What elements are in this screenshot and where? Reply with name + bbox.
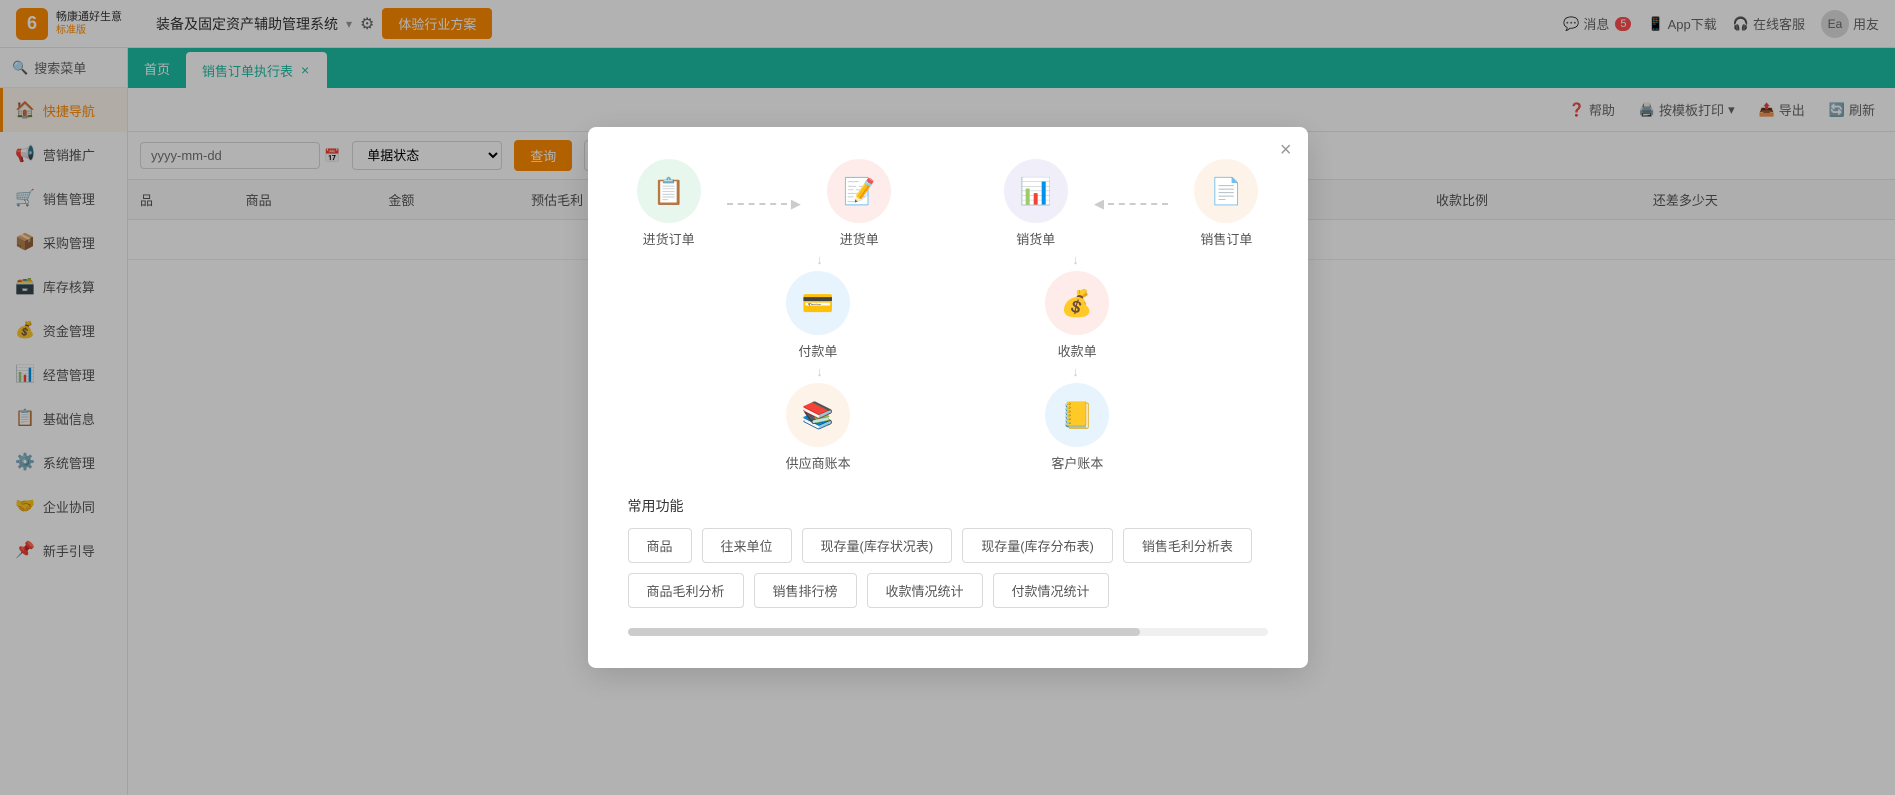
app-wrapper: 6 畅康通好生意 标准版 装备及固定资产辅助管理系统 ▾ ⚙ 体验行业方案 💬 … bbox=[0, 0, 1895, 795]
btn-product[interactable]: 商品 bbox=[628, 528, 692, 563]
scroll-thumb bbox=[628, 628, 1140, 636]
btn-payment-stats[interactable]: 付款情况统计 bbox=[993, 573, 1109, 608]
spacer-pc bbox=[1172, 252, 1236, 267]
flow-row-1: 📋 进货订单 ▶ 📝 进货单 bbox=[628, 159, 1268, 248]
sales-order-label: 销售订单 bbox=[1200, 229, 1252, 248]
modal-overlay[interactable]: × 📋 进货订单 ▶ bbox=[0, 0, 1895, 795]
purchase-order-circle: 📋 bbox=[637, 159, 701, 223]
purchase-bill-label: 进货单 bbox=[840, 229, 879, 248]
flow-arrows-down-row: ↓ ↓ bbox=[628, 248, 1268, 271]
btn-inventory-status[interactable]: 现存量(库存状况表) bbox=[802, 528, 953, 563]
spacer-3b bbox=[916, 364, 980, 379]
spacer-3a bbox=[660, 364, 724, 379]
supplier-ledger-label: 供应商账本 bbox=[786, 453, 851, 472]
receipt-bill-label: 收款单 bbox=[1058, 341, 1097, 360]
arrow-down-receipt: ↓ bbox=[1044, 252, 1108, 267]
flow-node-sales-order: 📄 销售订单 bbox=[1194, 159, 1258, 248]
flow-node-sales-bill: 📊 销货单 bbox=[1004, 159, 1068, 248]
arrow-down-payment: ↓ bbox=[788, 252, 852, 267]
purchase-order-label: 进货订单 bbox=[643, 229, 695, 248]
arrow-down-customer: ↓ bbox=[1044, 364, 1108, 379]
modal-body: 📋 进货订单 ▶ 📝 进货单 bbox=[588, 127, 1308, 668]
btn-sales-margin[interactable]: 销售毛利分析表 bbox=[1123, 528, 1252, 563]
purchase-bill-circle: 📝 bbox=[827, 159, 891, 223]
spacer-pa bbox=[660, 252, 724, 267]
modal: × 📋 进货订单 ▶ bbox=[588, 127, 1308, 668]
flow-node-supplier-ledger: 📚 供应商账本 bbox=[786, 383, 851, 472]
flow-arrows-down-row2: ↓ ↓ bbox=[628, 360, 1268, 383]
customer-ledger-circle: 📒 bbox=[1045, 383, 1109, 447]
sales-order-circle: 📄 bbox=[1194, 159, 1258, 223]
flow-node-payment-bill: 💳 付款单 bbox=[786, 271, 850, 360]
flow-arrow-2: ◀ bbox=[1094, 196, 1168, 212]
arrow-down-supplier: ↓ bbox=[788, 364, 852, 379]
flow-node-purchase-order: 📋 进货订单 bbox=[637, 159, 701, 248]
btn-inventory-dist[interactable]: 现存量(库存分布表) bbox=[962, 528, 1113, 563]
sales-bill-label: 销货单 bbox=[1016, 229, 1055, 248]
customer-ledger-label: 客户账本 bbox=[1051, 453, 1103, 472]
btn-product-margin[interactable]: 商品毛利分析 bbox=[628, 573, 744, 608]
spacer-3c bbox=[1172, 364, 1236, 379]
flow-node-customer-ledger: 📒 客户账本 bbox=[1045, 383, 1109, 472]
flow-diagram: 📋 进货订单 ▶ 📝 进货单 bbox=[628, 159, 1268, 472]
payment-bill-label: 付款单 bbox=[798, 341, 837, 360]
flow-node-purchase-bill: 📝 进货单 bbox=[827, 159, 891, 248]
common-functions-section: 常用功能 商品 往来单位 现存量(库存状况表) 现存量(库存分布表) 销售毛利分… bbox=[628, 496, 1268, 608]
sales-bill-circle: 📊 bbox=[1004, 159, 1068, 223]
modal-close-button[interactable]: × bbox=[1280, 139, 1292, 162]
scroll-area bbox=[628, 628, 1268, 636]
common-functions-buttons: 商品 往来单位 现存量(库存状况表) 现存量(库存分布表) 销售毛利分析表 商品… bbox=[628, 528, 1268, 608]
receipt-bill-circle: 💰 bbox=[1045, 271, 1109, 335]
spacer-pb bbox=[916, 252, 980, 267]
payment-bill-circle: 💳 bbox=[786, 271, 850, 335]
flow-node-receipt-bill: 💰 收款单 bbox=[1045, 271, 1109, 360]
btn-partner[interactable]: 往来单位 bbox=[702, 528, 792, 563]
btn-sales-ranking[interactable]: 销售排行榜 bbox=[754, 573, 857, 608]
flow-arrow-1: ▶ bbox=[727, 196, 801, 212]
flow-row-2: 💳 付款单 💰 收款单 bbox=[628, 271, 1268, 360]
scroll-track[interactable] bbox=[628, 628, 1268, 636]
common-functions-title: 常用功能 bbox=[628, 496, 1268, 516]
supplier-ledger-circle: 📚 bbox=[786, 383, 850, 447]
flow-row-3: 📚 供应商账本 📒 客户账本 bbox=[628, 383, 1268, 472]
btn-receipt-stats[interactable]: 收款情况统计 bbox=[867, 573, 983, 608]
